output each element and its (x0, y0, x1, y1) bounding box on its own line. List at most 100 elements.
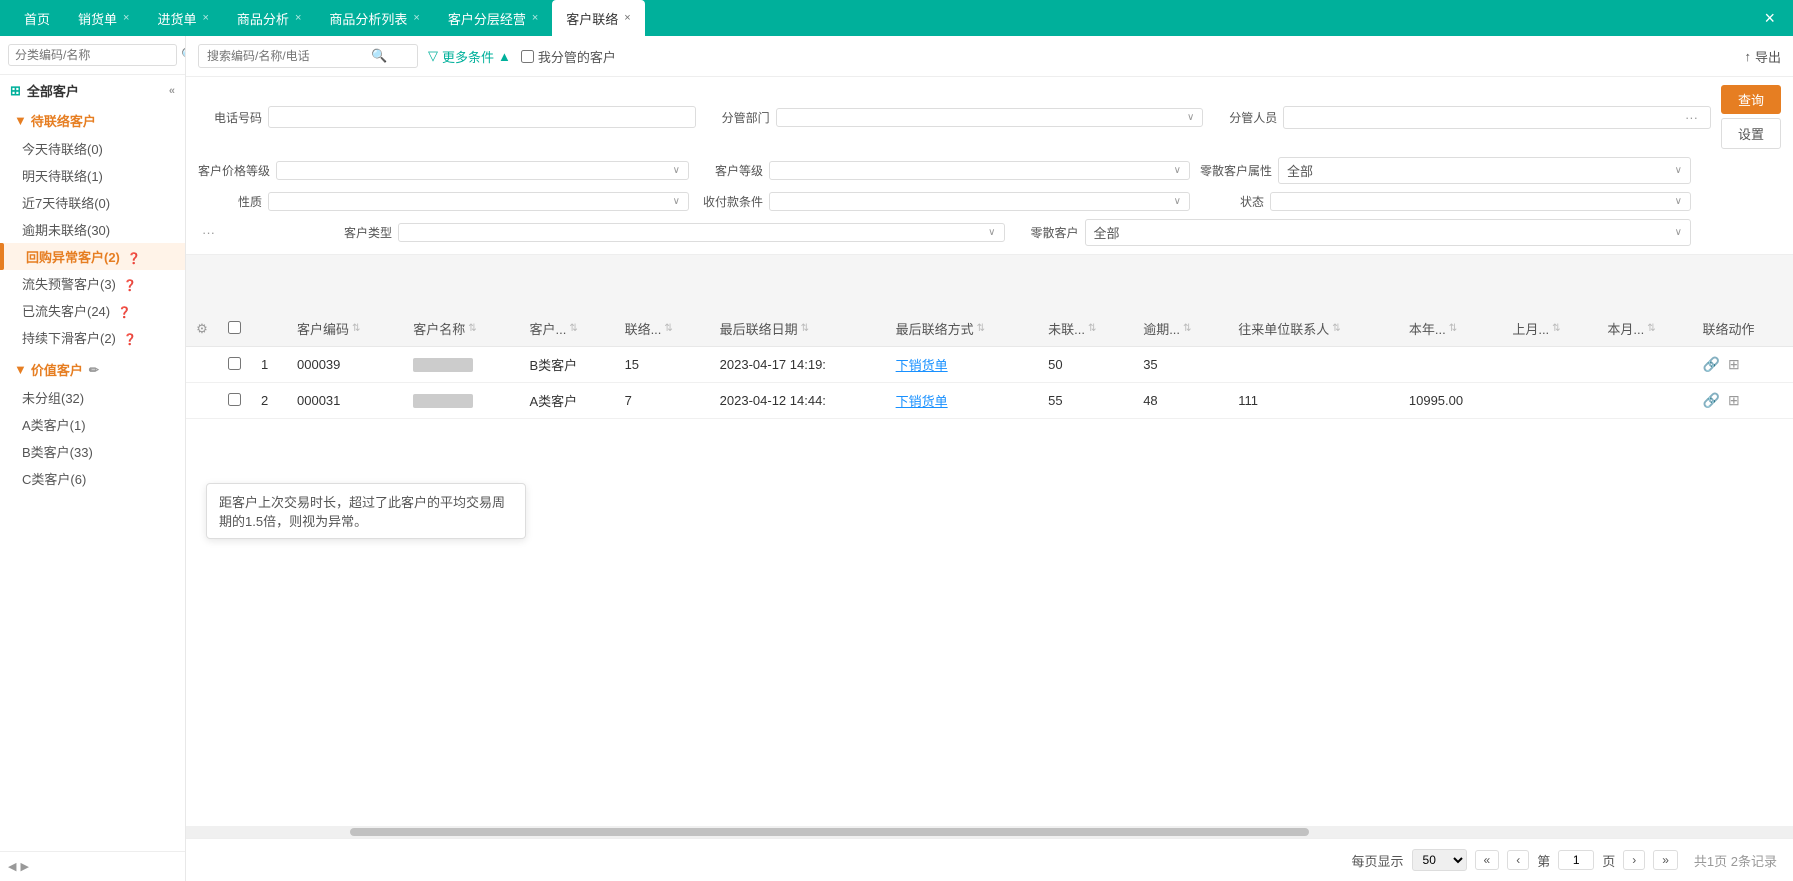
nav-product-analysis-list[interactable]: 商品分析列表 × (315, 0, 433, 36)
sidebar-item-today-pending[interactable]: 今天待联络(0) (0, 135, 185, 162)
nature-select[interactable]: ∨ (268, 192, 689, 211)
customer-type-arrow-icon: ∨ (988, 227, 995, 238)
row2-contact: 7 (615, 383, 710, 419)
person-select[interactable]: ··· (1283, 106, 1711, 129)
collapse-icon[interactable]: « (169, 85, 175, 97)
pending-contact-group[interactable]: ▼ 待联络客户 (0, 106, 185, 135)
sidebar-item-declining[interactable]: 持续下滑客户(2) ❓ (0, 324, 185, 351)
th-name: 客户名称 ⇅ (403, 311, 519, 347)
close-purchase-order-icon[interactable]: × (202, 12, 208, 24)
last-month-sort-icon[interactable]: ⇅ (1552, 323, 1560, 334)
customer-grade-label: 客户等级 (699, 162, 769, 179)
row1-grid-action-icon[interactable]: ⊞ (1728, 356, 1740, 373)
sidebar-item-churn-warning[interactable]: 流失预警客户(3) ❓ (0, 270, 185, 297)
overdue-sort-icon[interactable]: ⇅ (1183, 323, 1191, 334)
close-customer-segmentation-icon[interactable]: × (532, 12, 538, 24)
next-page-button[interactable]: › (1623, 850, 1645, 870)
sidebar-item-b-class[interactable]: B类客户(33) (0, 438, 185, 465)
price-grade-select[interactable]: ∨ (276, 161, 689, 180)
nav-customer-contact[interactable]: 客户联络 × (552, 0, 644, 36)
retail-customer-select[interactable]: 全部 ∨ (1085, 219, 1692, 246)
scroll-thumb[interactable] (350, 828, 1309, 836)
my-customer-checkbox-area[interactable]: 我分管的客户 (521, 47, 616, 66)
date-sort-icon[interactable]: ⇅ (801, 323, 809, 334)
status-select[interactable]: ∨ (1270, 192, 1691, 211)
customer-grade-select[interactable]: ∨ (769, 161, 1190, 180)
sidebar-item-tomorrow-pending[interactable]: 明天待联络(1) (0, 162, 185, 189)
export-icon: ↑ (1744, 49, 1751, 64)
payment-select[interactable]: ∨ (769, 192, 1190, 211)
sidebar-scroll-right-icon[interactable]: ▶ (20, 860, 28, 873)
nav-customer-segmentation[interactable]: 客户分层经营 × (434, 0, 552, 36)
sidebar-search-input[interactable] (8, 44, 177, 66)
th-settings[interactable]: ⚙ (186, 311, 218, 347)
sidebar-item-repurchase-abnormal[interactable]: 回购异常客户(2) ❓ (0, 243, 185, 270)
edit-value-customer-icon[interactable]: ✏ (89, 363, 99, 377)
window-close-button[interactable]: × (1756, 8, 1783, 29)
main-layout: 🔍 ⊞ 全部客户 « ▼ 待联络客户 今天待联络(0) 明天待联络(1) 近7天… (0, 36, 1793, 881)
more-dots-icon[interactable]: ··· (198, 225, 219, 240)
row1-select-checkbox[interactable] (228, 357, 241, 370)
this-year-sort-icon[interactable]: ⇅ (1449, 323, 1457, 334)
data-table-container[interactable]: ⚙ 客户编码 ⇅ (186, 311, 1793, 826)
sidebar-item-c-class[interactable]: C类客户(6) (0, 465, 185, 492)
table-row: 1 000039 B类客户 15 2023-04-17 14:19: 下销货单 … (186, 347, 1793, 383)
contact-sort-icon[interactable]: ⇅ (664, 323, 672, 334)
churn-warning-help-icon[interactable]: ❓ (123, 280, 137, 292)
code-sort-icon[interactable]: ⇅ (352, 323, 360, 334)
type-sort-icon[interactable]: ⇅ (569, 323, 577, 334)
prev-page-button[interactable]: ‹ (1507, 850, 1529, 870)
row2-method-link[interactable]: 下销货单 (896, 394, 948, 409)
all-customers-header[interactable]: ⊞ 全部客户 « (0, 75, 185, 106)
help-icon[interactable]: ❓ (127, 253, 141, 265)
filter-icon: ▽ (428, 48, 438, 64)
select-all-checkbox[interactable] (228, 321, 241, 334)
nav-sales-order[interactable]: 销货单 × (64, 0, 143, 36)
phone-input[interactable] (268, 106, 696, 128)
person-select-dots[interactable]: ··· (1681, 110, 1702, 125)
sidebar-item-7day-pending[interactable]: 近7天待联络(0) (0, 189, 185, 216)
this-month-sort-icon[interactable]: ⇅ (1647, 323, 1655, 334)
sidebar-item-overdue-pending[interactable]: 逾期未联络(30) (0, 216, 185, 243)
sidebar-item-a-class[interactable]: A类客户(1) (0, 411, 185, 438)
method-sort-icon[interactable]: ⇅ (977, 323, 985, 334)
value-customer-group[interactable]: ▼ 价值客户 ✏ (0, 355, 185, 384)
nav-right: × (1756, 8, 1783, 29)
close-customer-contact-icon[interactable]: × (624, 12, 630, 24)
toolbar-search-icon[interactable]: 🔍 (371, 48, 387, 64)
horizontal-scrollbar[interactable] (186, 826, 1793, 838)
search-input[interactable] (207, 49, 367, 63)
name-sort-icon[interactable]: ⇅ (468, 323, 476, 334)
close-product-analysis-icon[interactable]: × (295, 12, 301, 24)
row1-link-action-icon[interactable]: 🔗 (1703, 356, 1720, 373)
row2-link-action-icon[interactable]: 🔗 (1703, 392, 1720, 409)
more-filter-button[interactable]: ▽ 更多条件 ▲ (428, 47, 511, 66)
churned-help-icon[interactable]: ❓ (117, 307, 131, 319)
page-number-input[interactable] (1558, 850, 1594, 870)
per-page-select[interactable]: 50 100 200 (1412, 849, 1467, 871)
nav-product-analysis[interactable]: 商品分析 × (223, 0, 315, 36)
close-sales-order-icon[interactable]: × (123, 12, 129, 24)
settings-button[interactable]: 设置 (1721, 118, 1781, 149)
uncontacted-sort-icon[interactable]: ⇅ (1088, 323, 1096, 334)
nav-purchase-order[interactable]: 进货单 × (143, 0, 222, 36)
sidebar-scroll-left-icon[interactable]: ◀ (8, 860, 16, 873)
last-page-button[interactable]: » (1653, 850, 1678, 870)
declining-help-icon[interactable]: ❓ (123, 334, 137, 346)
customer-type-select[interactable]: ∨ (398, 223, 1005, 242)
export-button[interactable]: ↑ 导出 (1744, 47, 1781, 66)
retail-attr-select[interactable]: 全部 ∨ (1278, 157, 1691, 184)
row2-select-checkbox[interactable] (228, 393, 241, 406)
nav-home[interactable]: 首页 (10, 0, 64, 36)
unit-contact-sort-icon[interactable]: ⇅ (1332, 323, 1340, 334)
row1-method-link[interactable]: 下销货单 (896, 358, 948, 373)
first-page-button[interactable]: « (1475, 850, 1500, 870)
row2-grid-action-icon[interactable]: ⊞ (1728, 392, 1740, 409)
query-button[interactable]: 查询 (1721, 85, 1781, 114)
close-product-analysis-list-icon[interactable]: × (413, 12, 419, 24)
dept-select[interactable]: ∨ (776, 108, 1204, 127)
th-last-contact-date: 最后联络日期 ⇅ (710, 311, 886, 347)
sidebar-item-unclassified[interactable]: 未分组(32) (0, 384, 185, 411)
my-customer-checkbox[interactable] (521, 50, 534, 63)
sidebar-item-churned[interactable]: 已流失客户(24) ❓ (0, 297, 185, 324)
